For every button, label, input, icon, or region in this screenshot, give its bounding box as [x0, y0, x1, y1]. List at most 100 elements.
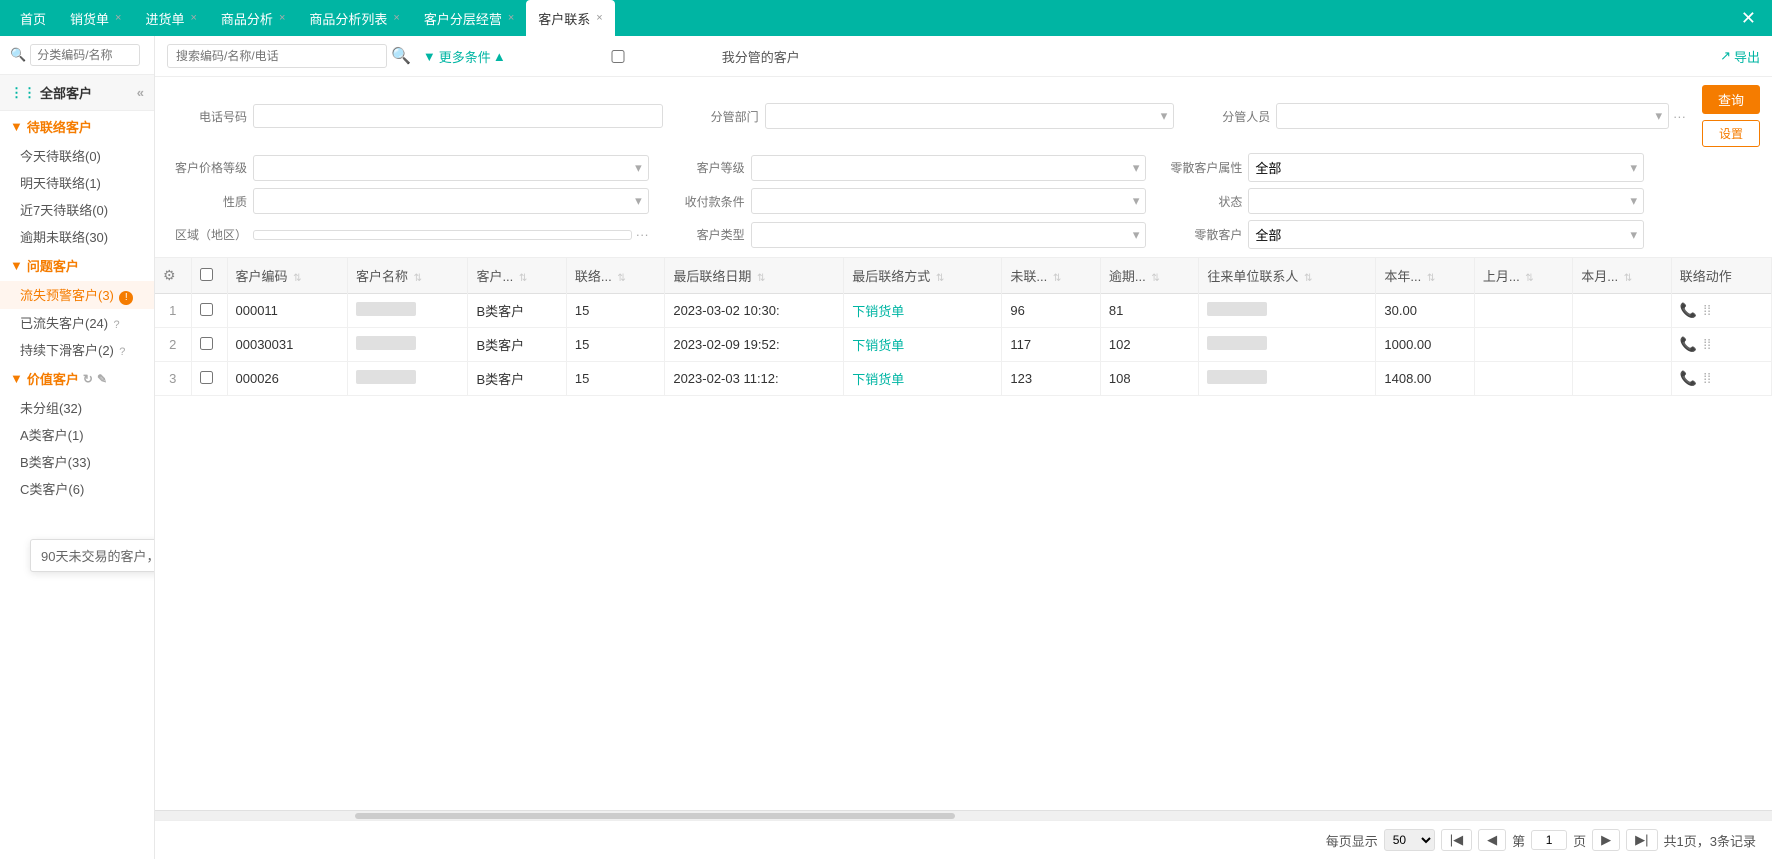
adv-filter-retail-customer-arrow: ▾	[1630, 227, 1637, 243]
col-this-year-sort[interactable]: ⇅	[1427, 273, 1435, 284]
sidebar-item-churned[interactable]: 已流失客户(24) ?	[0, 309, 154, 336]
tab-product-analysis[interactable]: 商品分析 ×	[209, 0, 297, 36]
col-contact-count-sort[interactable]: ⇅	[617, 273, 625, 284]
row-last-method-link-2[interactable]: 下销货单	[852, 338, 904, 353]
tab-product-analysis-list-close[interactable]: ×	[393, 12, 399, 24]
setting-button[interactable]: 设置	[1702, 120, 1760, 147]
sidebar-collapse-icon[interactable]: «	[137, 85, 144, 100]
value-refresh-icon[interactable]: ↻	[83, 372, 93, 386]
adv-filter-retail-attr-select[interactable]: 全部 ▾	[1248, 153, 1644, 182]
adv-filter-customer-type-select[interactable]: ▾	[751, 222, 1147, 248]
search-button[interactable]: 🔍	[391, 46, 411, 66]
sidebar-item-churn-warning[interactable]: 流失预警客户(3) !	[0, 281, 154, 309]
adv-filter-payment-select[interactable]: ▾	[751, 188, 1147, 214]
row-select-1[interactable]	[200, 303, 213, 316]
tab-customer-contact-close[interactable]: ×	[596, 12, 602, 24]
next-page-btn[interactable]: ▶	[1592, 829, 1620, 851]
adv-filter-dept-select[interactable]: ▾	[765, 103, 1175, 129]
col-unlink-sort[interactable]: ⇅	[1053, 273, 1061, 284]
action-phone-icon-1[interactable]: 📞	[1680, 302, 1697, 319]
search-input[interactable]	[167, 44, 387, 68]
col-code-sort[interactable]: ⇅	[293, 273, 301, 284]
sidebar-section-pending-label: 待联络客户	[27, 117, 92, 136]
sidebar-item-overdue-contact[interactable]: 逾期未联络(30)	[0, 223, 154, 250]
adv-filter-nature-select[interactable]: ▾	[253, 188, 649, 214]
first-page-btn[interactable]: |◀	[1441, 829, 1472, 851]
horizontal-scrollbar[interactable]	[155, 810, 1772, 820]
tab-product-analysis-list[interactable]: 商品分析列表 ×	[297, 0, 411, 36]
sidebar-section-pending[interactable]: ▼ 待联络客户	[0, 111, 154, 142]
col-last-method-sort[interactable]: ⇅	[936, 273, 944, 284]
action-phone-icon-2[interactable]: 📞	[1680, 336, 1697, 353]
customer-table: ⚙ 客户编码 ⇅ 客户名称 ⇅ 客户... ⇅ 联络... ⇅ 最后联络日期 ⇅…	[155, 258, 1772, 396]
sidebar-item-tomorrow-pending[interactable]: 明天待联络(1)	[0, 169, 154, 196]
sidebar-item-declining[interactable]: 持续下滑客户(2) ?	[0, 336, 154, 363]
h-scroll-thumb[interactable]	[355, 813, 955, 819]
tab-customer-layer[interactable]: 客户分层经营 ×	[412, 0, 526, 36]
tab-sales-close[interactable]: ×	[115, 12, 121, 24]
adv-filter-region-dots[interactable]: ···	[636, 227, 649, 242]
export-button[interactable]: ↗ 导出	[1720, 47, 1760, 66]
tab-product-analysis-list-label: 商品分析列表	[309, 9, 387, 28]
action-more-icon-2[interactable]: ⁞⁞	[1703, 336, 1711, 353]
col-type-sort[interactable]: ⇅	[519, 273, 527, 284]
col-overdue-sort[interactable]: ⇅	[1151, 273, 1159, 284]
adv-filter-price-grade-select[interactable]: ▾	[253, 155, 649, 181]
row-last-method-link-1[interactable]: 下销货单	[852, 304, 904, 319]
action-phone-icon-3[interactable]: 📞	[1680, 370, 1697, 387]
select-all-checkbox[interactable]	[200, 268, 213, 281]
sidebar-item-class-c[interactable]: C类客户(6)	[0, 475, 154, 502]
row-select-3[interactable]	[200, 371, 213, 384]
col-this-month: 本月... ⇅	[1573, 258, 1671, 294]
per-page-select[interactable]: 50 100 200	[1384, 829, 1435, 851]
sidebar-item-7day-pending[interactable]: 近7天待联络(0)	[0, 196, 154, 223]
sidebar-item-class-a[interactable]: A类客户(1)	[0, 421, 154, 448]
tab-product-analysis-close[interactable]: ×	[279, 12, 285, 24]
row-select-2[interactable]	[200, 337, 213, 350]
sidebar-section-value[interactable]: ▼ 价值客户 ↻ ✎	[0, 363, 154, 394]
col-last-date-sort[interactable]: ⇅	[757, 273, 765, 284]
tab-sales[interactable]: 销货单 ×	[58, 0, 133, 36]
col-last-contact-date: 最后联络日期 ⇅	[665, 258, 844, 294]
window-close-button[interactable]: ✕	[1733, 8, 1764, 29]
row-this-year-1: 30.00	[1376, 294, 1474, 328]
sidebar-item-today-pending[interactable]: 今天待联络(0)	[0, 142, 154, 169]
col-last-contact-method: 最后联络方式 ⇅	[844, 258, 1002, 294]
query-button[interactable]: 查询	[1702, 85, 1760, 114]
tab-purchase[interactable]: 进货单 ×	[133, 0, 208, 36]
col-contacts-sort[interactable]: ⇅	[1304, 273, 1312, 284]
adv-filter-person-select[interactable]: ▾	[1276, 103, 1669, 129]
value-edit-icon[interactable]: ✎	[97, 372, 107, 386]
tab-purchase-close[interactable]: ×	[190, 12, 196, 24]
tab-home[interactable]: 首页	[8, 0, 58, 36]
sidebar-section-problem[interactable]: ▼ 问题客户	[0, 250, 154, 281]
adv-filter-customer-grade-select[interactable]: ▾	[751, 155, 1147, 181]
per-page-label: 每页显示	[1326, 831, 1378, 850]
tab-customer-contact[interactable]: 客户联系 ×	[526, 0, 614, 36]
action-more-icon-1[interactable]: ⁞⁞	[1703, 302, 1711, 319]
adv-filter-phone-input[interactable]	[253, 104, 663, 128]
sidebar-all-customers[interactable]: ⋮⋮ 全部客户 «	[0, 75, 154, 111]
sidebar-search-input[interactable]	[30, 44, 140, 66]
gear-icon[interactable]: ⚙	[163, 267, 176, 283]
sidebar-item-unclassified[interactable]: 未分组(32)	[0, 394, 154, 421]
prev-page-btn[interactable]: ◀	[1478, 829, 1506, 851]
row-last-method-link-3[interactable]: 下销货单	[852, 372, 904, 387]
adv-filter-region-select[interactable]	[253, 230, 632, 240]
adv-filter-status-select[interactable]: ▾	[1248, 188, 1644, 214]
adv-filter-row-2: 客户价格等级 ▾ 客户等级 ▾ 零散客户属性 全部	[167, 153, 1760, 182]
col-this-month-sort[interactable]: ⇅	[1624, 273, 1632, 284]
last-page-btn[interactable]: ▶|	[1626, 829, 1657, 851]
action-more-icon-3[interactable]: ⁞⁞	[1703, 370, 1711, 387]
sidebar-item-class-b[interactable]: B类客户(33)	[0, 448, 154, 475]
my-customers-checkbox[interactable]	[518, 50, 718, 63]
tab-customer-layer-close[interactable]: ×	[508, 12, 514, 24]
more-conditions-button[interactable]: ▼ 更多条件 ▲	[423, 47, 506, 66]
adv-filter-person-dots[interactable]: ···	[1673, 109, 1686, 124]
page-input[interactable]	[1531, 830, 1567, 850]
col-type: 客户... ⇅	[468, 258, 566, 294]
adv-filter-retail-customer-select[interactable]: 全部 ▾	[1248, 220, 1644, 249]
my-customers-checkbox-label[interactable]: 我分管的客户	[518, 47, 800, 66]
col-last-month-sort[interactable]: ⇅	[1525, 273, 1533, 284]
col-name-sort[interactable]: ⇅	[414, 273, 422, 284]
